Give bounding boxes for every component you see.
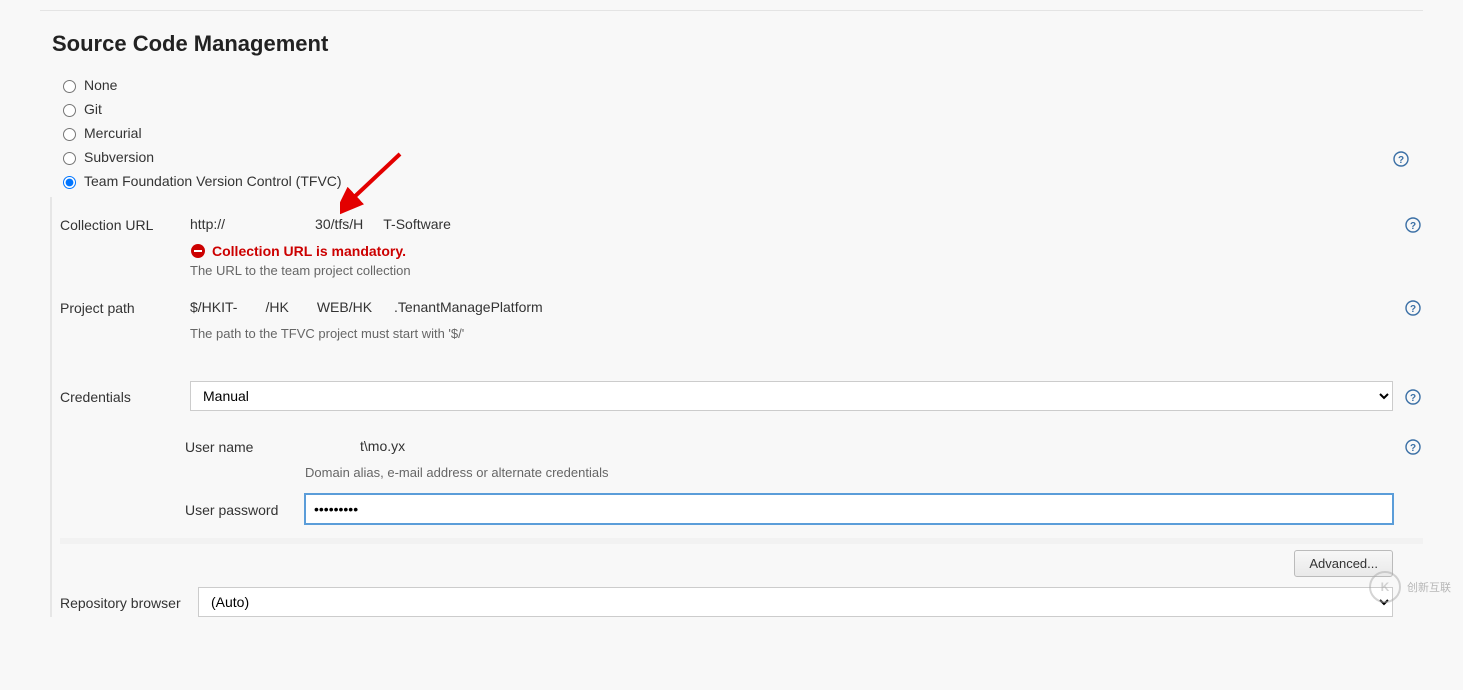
svg-text:?: ? [1410,393,1416,404]
svg-text:?: ? [1410,221,1416,232]
scm-radio-tfvc[interactable] [63,176,76,189]
scm-label-mercurial: Mercurial [84,125,142,141]
collection-url-text: 30/tfs/H [315,216,363,232]
credentials-select[interactable]: Manual [190,381,1393,411]
help-icon[interactable]: ? [1393,151,1409,167]
collection-url-error: Collection URL is mandatory. [190,243,1393,259]
label-credentials: Credentials [60,381,190,405]
label-user-password: User password [185,494,305,518]
scm-label-none: None [84,77,117,93]
label-user-name: User name [185,431,305,455]
label-repository-browser: Repository browser [60,587,198,611]
user-password-input[interactable] [305,494,1393,524]
project-path-text: .TenantManagePlatform [394,299,543,315]
collection-url-text: T-Software [383,216,451,232]
project-path-text: /HK [265,299,288,315]
project-path-text: $/HKIT- [190,299,237,315]
collection-url-text: http:// [190,216,225,232]
scm-radio-none[interactable] [63,80,76,93]
user-name-help: Domain alias, e-mail address or alternat… [305,465,1393,480]
scm-label-tfvc: Team Foundation Version Control (TFVC) [84,173,342,189]
scm-radio-mercurial[interactable] [63,128,76,141]
svg-text:?: ? [1398,155,1404,166]
section-title-scm: Source Code Management [52,31,1423,57]
error-icon [190,243,206,259]
help-icon[interactable]: ? [1405,389,1421,405]
svg-text:?: ? [1410,443,1416,454]
help-icon[interactable]: ? [1405,439,1421,455]
project-path-text: WEB/HK [317,299,372,315]
scm-label-subversion: Subversion [84,149,154,165]
scm-radio-git[interactable] [63,104,76,117]
help-icon[interactable]: ? [1405,217,1421,233]
scm-label-git: Git [84,101,102,117]
collection-url-help: The URL to the team project collection [190,263,1393,278]
label-collection-url: Collection URL [60,209,190,233]
help-icon[interactable]: ? [1405,300,1421,316]
scm-option-git[interactable]: Git [58,101,1423,117]
scm-option-mercurial[interactable]: Mercurial [58,125,1423,141]
scm-option-none[interactable]: None [58,77,1423,93]
watermark-text: 创新互联 [1407,579,1451,595]
scm-option-tfvc[interactable]: Team Foundation Version Control (TFVC) [58,173,1423,189]
scm-option-subversion[interactable]: Subversion [58,149,1423,165]
repository-browser-select[interactable]: (Auto) [198,587,1393,617]
watermark-logo-icon: K [1369,571,1401,603]
label-project-path: Project path [60,292,190,316]
user-name-text: t\mo.yx [360,438,405,454]
svg-text:?: ? [1410,304,1416,315]
watermark: K 创新互联 [1369,571,1451,603]
project-path-help: The path to the TFVC project must start … [190,326,1393,341]
scm-radio-subversion[interactable] [63,152,76,165]
